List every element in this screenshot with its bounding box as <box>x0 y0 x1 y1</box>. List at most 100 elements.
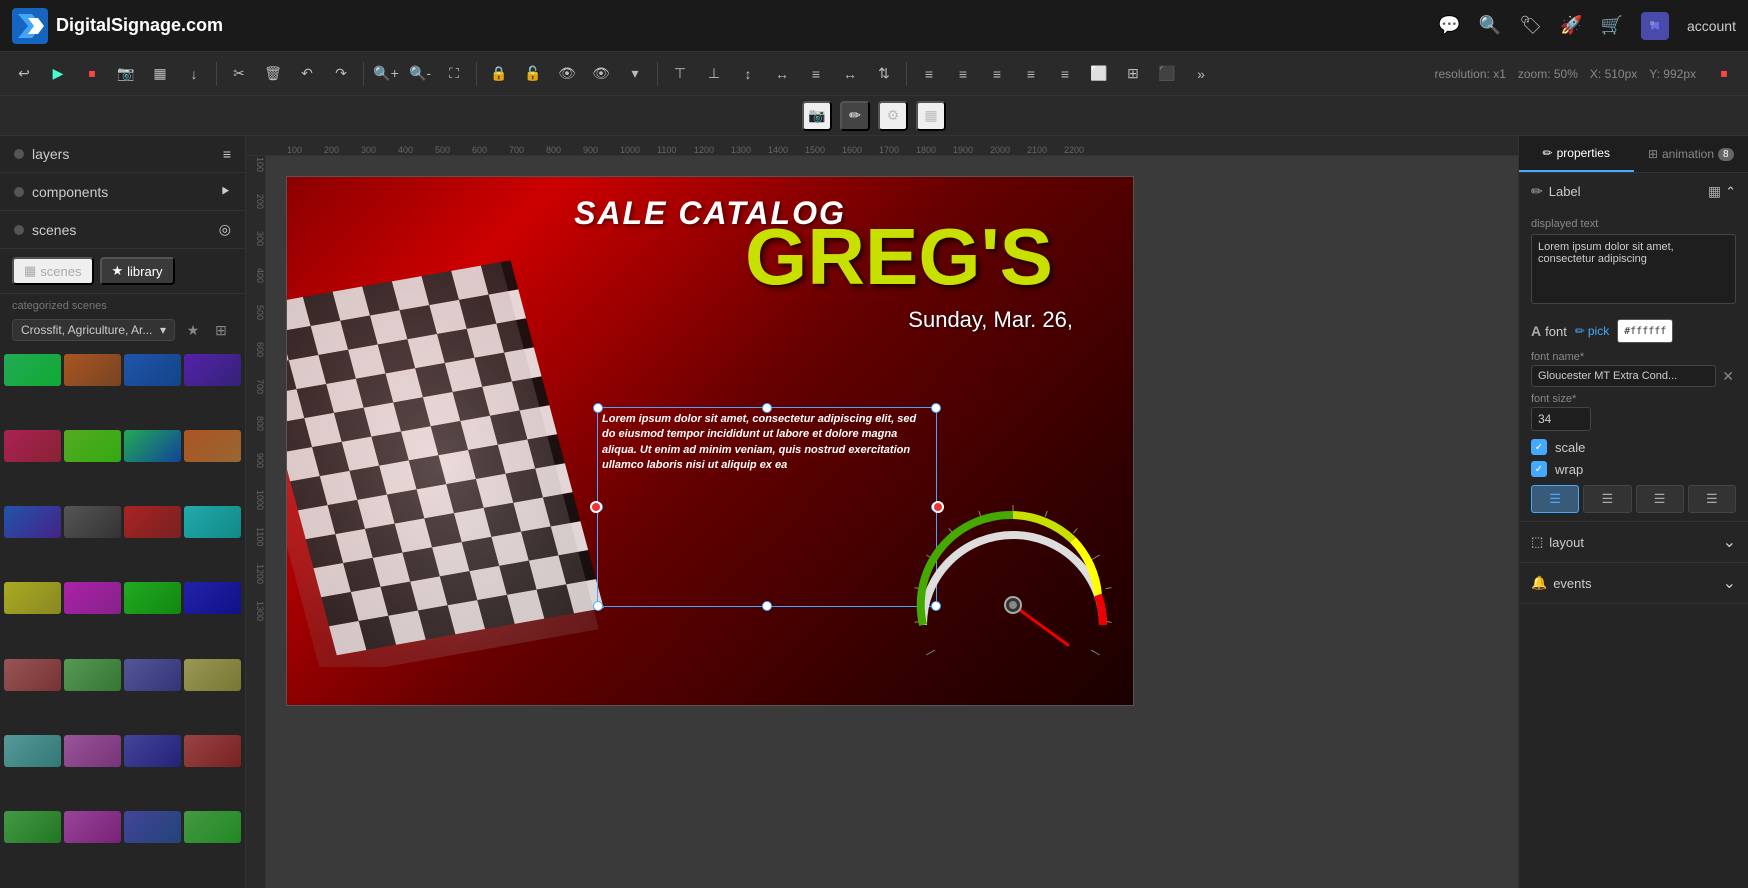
cut-btn[interactable]: ✂ <box>223 58 255 90</box>
settings-sec-btn[interactable]: ⚙ <box>878 101 908 131</box>
dropdown-btn[interactable]: ▾ <box>619 58 651 90</box>
layout-section-header[interactable]: ⬚ layout ⌄ <box>1519 522 1748 562</box>
vdist-btn[interactable]: ≡ <box>800 58 832 90</box>
spread-v-btn[interactable]: ⇅ <box>868 58 900 90</box>
list-item[interactable] <box>184 582 241 614</box>
align-center-btn[interactable]: ≡ <box>947 58 979 90</box>
list-item[interactable] <box>184 735 241 767</box>
image-btn[interactable]: 📷 <box>110 58 142 90</box>
download-btn[interactable]: ↓ <box>178 58 210 90</box>
undo-btn[interactable]: ↶ <box>291 58 323 90</box>
label-section-header[interactable]: ✏ Label ▦ ⌃ <box>1519 173 1748 210</box>
redo-btn[interactable]: ↷ <box>325 58 357 90</box>
account-avatar[interactable] <box>1641 12 1669 40</box>
align-top-btn[interactable]: ⊤ <box>664 58 696 90</box>
logo[interactable]: DigitalSignage.com <box>12 8 223 44</box>
list-item[interactable] <box>4 659 61 691</box>
list-item[interactable] <box>4 430 61 462</box>
canvas-scroll[interactable]: SALE CATALOG GREG'S Sunday, Mar. 26, Lor… <box>266 156 1518 888</box>
camera-btn[interactable]: 📷 <box>802 101 832 131</box>
align-right-btn[interactable]: ≡ <box>981 58 1013 90</box>
font-name-input[interactable] <box>1531 365 1716 387</box>
lock-btn[interactable]: 🔒 <box>483 58 515 90</box>
eye-off-btn[interactable]: 👁︎ <box>551 58 583 90</box>
tab-scenes[interactable]: ▦ scenes <box>12 257 94 285</box>
list-item[interactable] <box>124 430 181 462</box>
account-menu[interactable]: account <box>1687 18 1736 34</box>
list-item[interactable] <box>64 659 121 691</box>
canvas[interactable]: SALE CATALOG GREG'S Sunday, Mar. 26, Lor… <box>286 176 1134 706</box>
list-item[interactable] <box>184 811 241 843</box>
scenes-section[interactable]: scenes ◎ <box>0 211 245 249</box>
vcenter2-btn[interactable]: ≡ <box>1015 58 1047 90</box>
zoom-fit-btn[interactable]: ⛶ <box>438 58 470 90</box>
components-section[interactable]: components ⯈ <box>0 173 245 211</box>
list-item[interactable] <box>4 506 61 538</box>
play-btn[interactable]: ▶ <box>42 58 74 90</box>
zoom-out-btn[interactable]: 🔍- <box>404 58 436 90</box>
delete-btn[interactable]: 🗑 <box>257 58 289 90</box>
canvas-selected-text[interactable]: Lorem ipsum dolor sit amet, consectetur … <box>600 410 930 604</box>
list-item[interactable] <box>124 735 181 767</box>
record-btn[interactable]: ⏹ <box>76 58 108 90</box>
grid-btn[interactable]: ⊞ <box>1117 58 1149 90</box>
spread-h-btn[interactable]: ↔ <box>834 58 866 90</box>
list-item[interactable] <box>4 735 61 767</box>
grid-view-icon[interactable]: ⊞ <box>209 318 233 342</box>
cart-icon[interactable]: 🛒 <box>1601 15 1623 36</box>
list-item[interactable] <box>124 811 181 843</box>
list-item[interactable] <box>184 659 241 691</box>
zoom-in-btn[interactable]: 🔍+ <box>370 58 402 90</box>
displayed-text-input[interactable]: Lorem ipsum dolor sit amet, consectetur … <box>1531 234 1736 304</box>
valign-btn[interactable]: ↕ <box>732 58 764 90</box>
list-item[interactable] <box>64 354 121 386</box>
vdist2-btn[interactable]: ≡ <box>1049 58 1081 90</box>
events-section-header[interactable]: 🔔 events ⌄ <box>1519 563 1748 603</box>
list-item[interactable] <box>184 430 241 462</box>
aspect-btn[interactable]: ⬛ <box>1151 58 1183 90</box>
back-btn[interactable]: ↩ <box>8 58 40 90</box>
list-item[interactable] <box>124 659 181 691</box>
scale-checkbox[interactable]: ✓ <box>1531 439 1547 455</box>
list-item[interactable] <box>4 354 61 386</box>
tab-library[interactable]: ★ library <box>100 257 175 285</box>
tab-properties[interactable]: ✏ properties <box>1519 136 1634 172</box>
category-dropdown[interactable]: Crossfit, Agriculture, Ar... ▾ <box>12 319 175 341</box>
vcenter-btn[interactable]: ↔ <box>766 58 798 90</box>
chat-icon[interactable]: 💬 <box>1438 15 1460 36</box>
layers-btn[interactable]: ▦ <box>144 58 176 90</box>
list-item[interactable] <box>64 582 121 614</box>
wrap-checkbox[interactable]: ✓ <box>1531 461 1547 477</box>
close-btn[interactable]: ⏹ <box>1708 58 1740 90</box>
list-item[interactable] <box>64 506 121 538</box>
list-item[interactable] <box>64 735 121 767</box>
align-bottom-btn[interactable]: ⊥ <box>698 58 730 90</box>
crop-btn[interactable]: ⬜ <box>1083 58 1115 90</box>
star-view-icon[interactable]: ★ <box>181 318 205 342</box>
align-right-btn[interactable]: ☰ <box>1636 485 1684 513</box>
list-item[interactable] <box>124 354 181 386</box>
layers-section[interactable]: layers ≡ <box>0 136 245 173</box>
list-item[interactable] <box>184 354 241 386</box>
list-item[interactable] <box>64 811 121 843</box>
pick-btn[interactable]: ✏ pick <box>1575 324 1609 338</box>
list-item[interactable] <box>184 506 241 538</box>
list-item[interactable] <box>124 582 181 614</box>
align-center-btn[interactable]: ☰ <box>1583 485 1631 513</box>
align-justify-btn[interactable]: ☰ <box>1688 485 1736 513</box>
color-swatch[interactable]: #ffffff <box>1617 319 1673 343</box>
tag-icon[interactable]: 🏷 <box>1519 15 1542 36</box>
layers-sec-btn[interactable]: ▦ <box>916 101 946 131</box>
list-item[interactable] <box>4 582 61 614</box>
font-name-clear-btn[interactable]: ✕ <box>1720 366 1736 387</box>
lock-open-btn[interactable]: 🔓 <box>517 58 549 90</box>
list-item[interactable] <box>64 430 121 462</box>
tab-animation[interactable]: ⊞ animation 8 <box>1634 136 1748 172</box>
more-btn[interactable]: » <box>1185 58 1217 90</box>
font-size-input[interactable] <box>1531 407 1591 431</box>
rocket-icon[interactable]: 🚀 <box>1560 15 1582 36</box>
align-left-btn[interactable]: ≡ <box>913 58 945 90</box>
list-item[interactable] <box>124 506 181 538</box>
search-icon[interactable]: 🔍 <box>1479 15 1501 36</box>
pen-btn[interactable]: ✏ <box>840 101 870 131</box>
